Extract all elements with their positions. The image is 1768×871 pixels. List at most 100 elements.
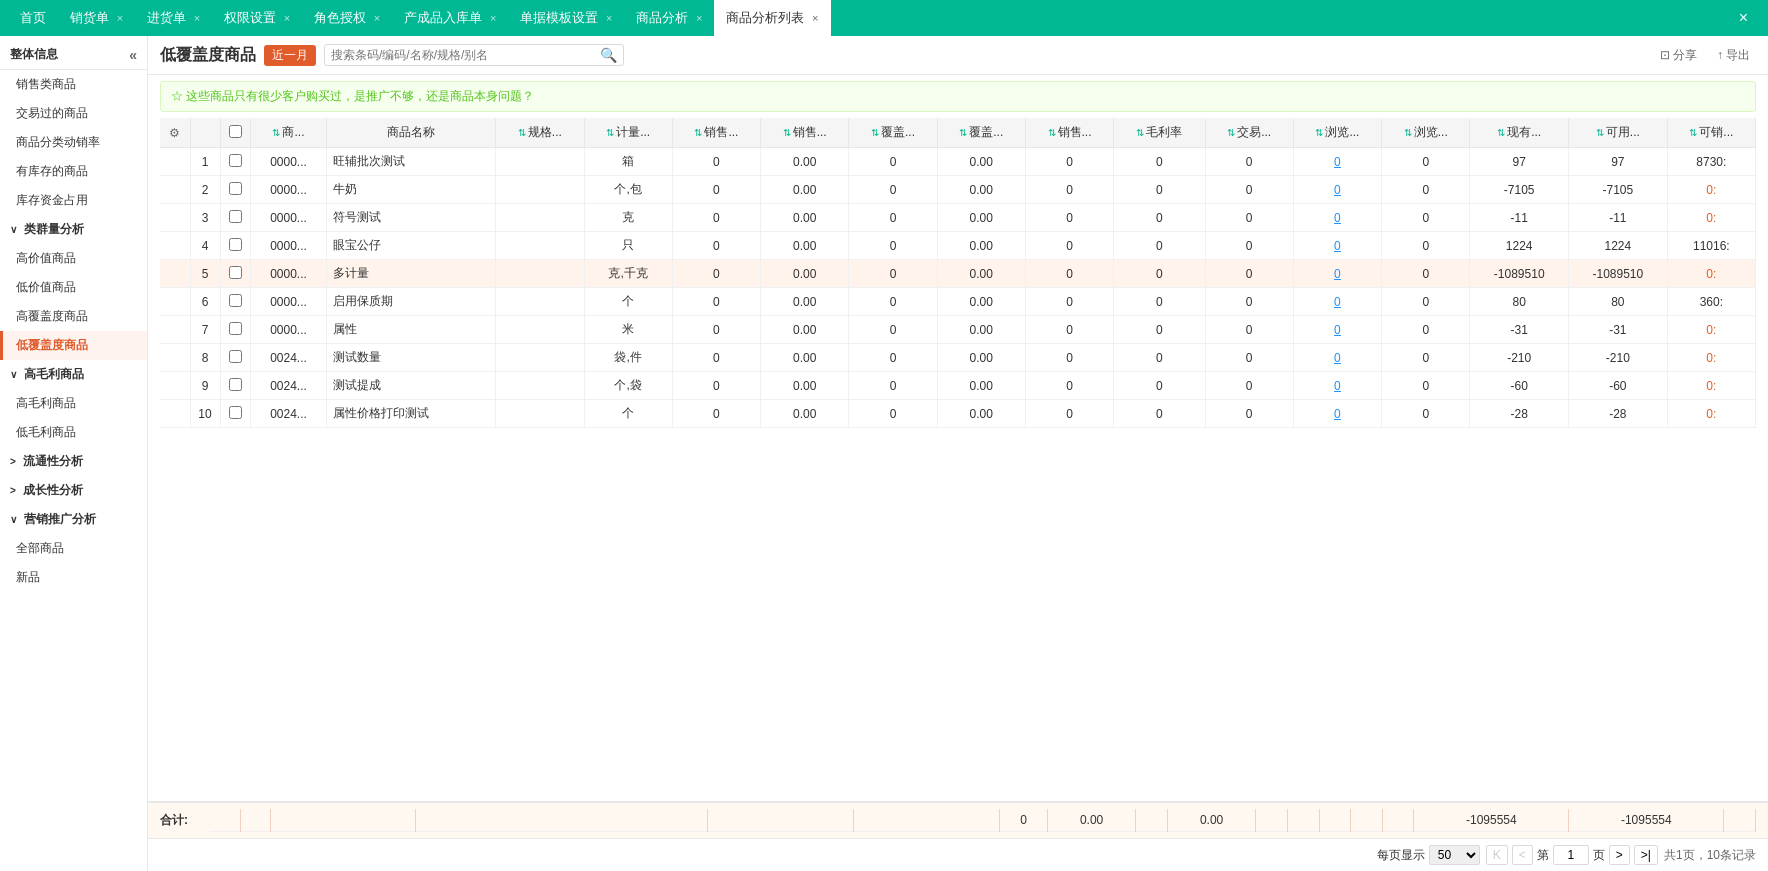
- sidebar-collapse-icon[interactable]: «: [129, 47, 137, 63]
- share-button[interactable]: ⊡ 分享: [1654, 45, 1703, 66]
- row-checkbox-input[interactable]: [229, 322, 242, 335]
- nav-home[interactable]: 首页: [8, 0, 58, 36]
- table-container[interactable]: ⚙ ⇅商... 商品名称 ⇅规格... ⇅计量... ⇅销售... ⇅销售...…: [148, 118, 1768, 801]
- prev-page-button[interactable]: <: [1512, 845, 1533, 865]
- row-checkbox[interactable]: [220, 316, 250, 344]
- nav-analysis[interactable]: 商品分析 ×: [624, 0, 714, 36]
- sidebar-section-marketing[interactable]: ∨ 营销推广分析: [0, 505, 147, 534]
- col-spec[interactable]: ⇅规格...: [496, 118, 584, 148]
- table-row[interactable]: 6 0000... 启用保质期 个 0 0.00 0 0.00 0 0 0 0 …: [160, 288, 1756, 316]
- close-analysis-icon[interactable]: ×: [696, 12, 702, 24]
- sidebar-item-high-coverage[interactable]: 高覆盖度商品: [0, 302, 147, 331]
- sidebar-item-all-goods[interactable]: 全部商品: [0, 534, 147, 563]
- col-sales-amount[interactable]: ⇅销售...: [761, 118, 849, 148]
- sidebar-item-low-value[interactable]: 低价值商品: [0, 273, 147, 302]
- col-unit[interactable]: ⇅计量...: [584, 118, 672, 148]
- page-input[interactable]: [1553, 845, 1589, 865]
- col-current-stock[interactable]: ⇅现有...: [1470, 118, 1569, 148]
- row-browse1[interactable]: 0: [1293, 204, 1381, 232]
- col-browse1[interactable]: ⇅浏览...: [1293, 118, 1381, 148]
- table-row[interactable]: 3 0000... 符号测试 克 0 0.00 0 0.00 0 0 0 0 0…: [160, 204, 1756, 232]
- last-page-button[interactable]: >|: [1634, 845, 1658, 865]
- sidebar-item-capital[interactable]: 库存资金占用: [0, 186, 147, 215]
- col-sales-count[interactable]: ⇅销售...: [672, 118, 760, 148]
- table-row[interactable]: 1 0000... 旺辅批次测试 箱 0 0.00 0 0.00 0 0 0 0…: [160, 148, 1756, 176]
- close-analysis-list-icon[interactable]: ×: [812, 12, 818, 24]
- row-browse1[interactable]: 0: [1293, 288, 1381, 316]
- table-row[interactable]: 4 0000... 眼宝公仔 只 0 0.00 0 0.00 0 0 0 0 0…: [160, 232, 1756, 260]
- row-checkbox[interactable]: [220, 372, 250, 400]
- sidebar-section-margin[interactable]: ∨ 高毛利商品: [0, 360, 147, 389]
- sidebar-item-in-stock[interactable]: 有库存的商品: [0, 157, 147, 186]
- col-available[interactable]: ⇅可用...: [1569, 118, 1668, 148]
- row-checkbox[interactable]: [220, 204, 250, 232]
- sidebar-section-flow[interactable]: > 流通性分析: [0, 447, 147, 476]
- sidebar-section-growth[interactable]: > 成长性分析: [0, 476, 147, 505]
- close-permissions-icon[interactable]: ×: [284, 12, 290, 24]
- search-box[interactable]: 🔍: [324, 44, 624, 66]
- sidebar-item-high-value[interactable]: 高价值商品: [0, 244, 147, 273]
- row-checkbox[interactable]: [220, 232, 250, 260]
- row-checkbox-input[interactable]: [229, 378, 242, 391]
- next-page-button[interactable]: >: [1609, 845, 1630, 865]
- sidebar-item-high-margin[interactable]: 高毛利商品: [0, 389, 147, 418]
- row-checkbox-input[interactable]: [229, 238, 242, 251]
- window-close-button[interactable]: ×: [1727, 0, 1760, 36]
- row-checkbox[interactable]: [220, 260, 250, 288]
- row-checkbox[interactable]: [220, 288, 250, 316]
- row-browse1[interactable]: 0: [1293, 148, 1381, 176]
- sidebar-item-sales-goods[interactable]: 销售类商品: [0, 70, 147, 99]
- col-browse2[interactable]: ⇅浏览...: [1382, 118, 1470, 148]
- close-products-icon[interactable]: ×: [490, 12, 496, 24]
- row-checkbox[interactable]: [220, 148, 250, 176]
- table-row[interactable]: 2 0000... 牛奶 个,包 0 0.00 0 0.00 0 0 0 0 0…: [160, 176, 1756, 204]
- col-saleable[interactable]: ⇅可销...: [1667, 118, 1755, 148]
- per-page-select[interactable]: 50 20 100: [1429, 845, 1480, 865]
- row-browse1[interactable]: 0: [1293, 316, 1381, 344]
- row-browse1[interactable]: 0: [1293, 344, 1381, 372]
- row-checkbox-input[interactable]: [229, 406, 242, 419]
- nav-sales[interactable]: 销货单 ×: [58, 0, 135, 36]
- row-checkbox-input[interactable]: [229, 210, 242, 223]
- nav-roles[interactable]: 角色授权 ×: [302, 0, 392, 36]
- table-row[interactable]: 8 0024... 测试数量 袋,件 0 0.00 0 0.00 0 0 0 0…: [160, 344, 1756, 372]
- search-input[interactable]: [331, 48, 600, 62]
- select-all-checkbox[interactable]: [229, 125, 242, 138]
- export-button[interactable]: ↑ 导出: [1711, 45, 1756, 66]
- col-coverage2[interactable]: ⇅覆盖...: [937, 118, 1025, 148]
- row-browse1[interactable]: 0: [1293, 400, 1381, 428]
- close-sales-icon[interactable]: ×: [117, 12, 123, 24]
- col-settings[interactable]: ⚙: [160, 118, 190, 148]
- sidebar-item-low-margin[interactable]: 低毛利商品: [0, 418, 147, 447]
- col-coverage1[interactable]: ⇅覆盖...: [849, 118, 937, 148]
- close-roles-icon[interactable]: ×: [374, 12, 380, 24]
- table-row[interactable]: 9 0024... 测试提成 个,袋 0 0.00 0 0.00 0 0 0 0…: [160, 372, 1756, 400]
- table-row[interactable]: 10 0024... 属性价格打印测试 个 0 0.00 0 0.00 0 0 …: [160, 400, 1756, 428]
- row-browse1[interactable]: 0: [1293, 260, 1381, 288]
- sidebar-item-low-coverage[interactable]: 低覆盖度商品: [0, 331, 147, 360]
- col-checkbox[interactable]: [220, 118, 250, 148]
- table-row[interactable]: 7 0000... 属性 米 0 0.00 0 0.00 0 0 0 0 0 -…: [160, 316, 1756, 344]
- period-button[interactable]: 近一月: [264, 45, 316, 66]
- row-checkbox-input[interactable]: [229, 350, 242, 363]
- row-browse1[interactable]: 0: [1293, 232, 1381, 260]
- row-browse1[interactable]: 0: [1293, 372, 1381, 400]
- col-sales-days[interactable]: ⇅销售...: [1025, 118, 1113, 148]
- row-checkbox-input[interactable]: [229, 182, 242, 195]
- sidebar-item-traded-goods[interactable]: 交易过的商品: [0, 99, 147, 128]
- close-templates-icon[interactable]: ×: [606, 12, 612, 24]
- nav-products[interactable]: 产成品入库单 ×: [392, 0, 508, 36]
- nav-purchase[interactable]: 进货单 ×: [135, 0, 212, 36]
- sidebar-section-quality[interactable]: ∨ 类群量分析: [0, 215, 147, 244]
- first-page-button[interactable]: K: [1486, 845, 1508, 865]
- search-icon[interactable]: 🔍: [600, 47, 617, 63]
- sidebar-item-goods-flow[interactable]: 商品分类动销率: [0, 128, 147, 157]
- row-checkbox[interactable]: [220, 400, 250, 428]
- nav-templates[interactable]: 单据模板设置 ×: [508, 0, 624, 36]
- col-gross-rate[interactable]: ⇅毛利率: [1114, 118, 1205, 148]
- sidebar-item-new-goods[interactable]: 新品: [0, 563, 147, 592]
- row-checkbox[interactable]: [220, 344, 250, 372]
- nav-permissions[interactable]: 权限设置 ×: [212, 0, 302, 36]
- close-purchase-icon[interactable]: ×: [194, 12, 200, 24]
- col-code[interactable]: ⇅商...: [250, 118, 327, 148]
